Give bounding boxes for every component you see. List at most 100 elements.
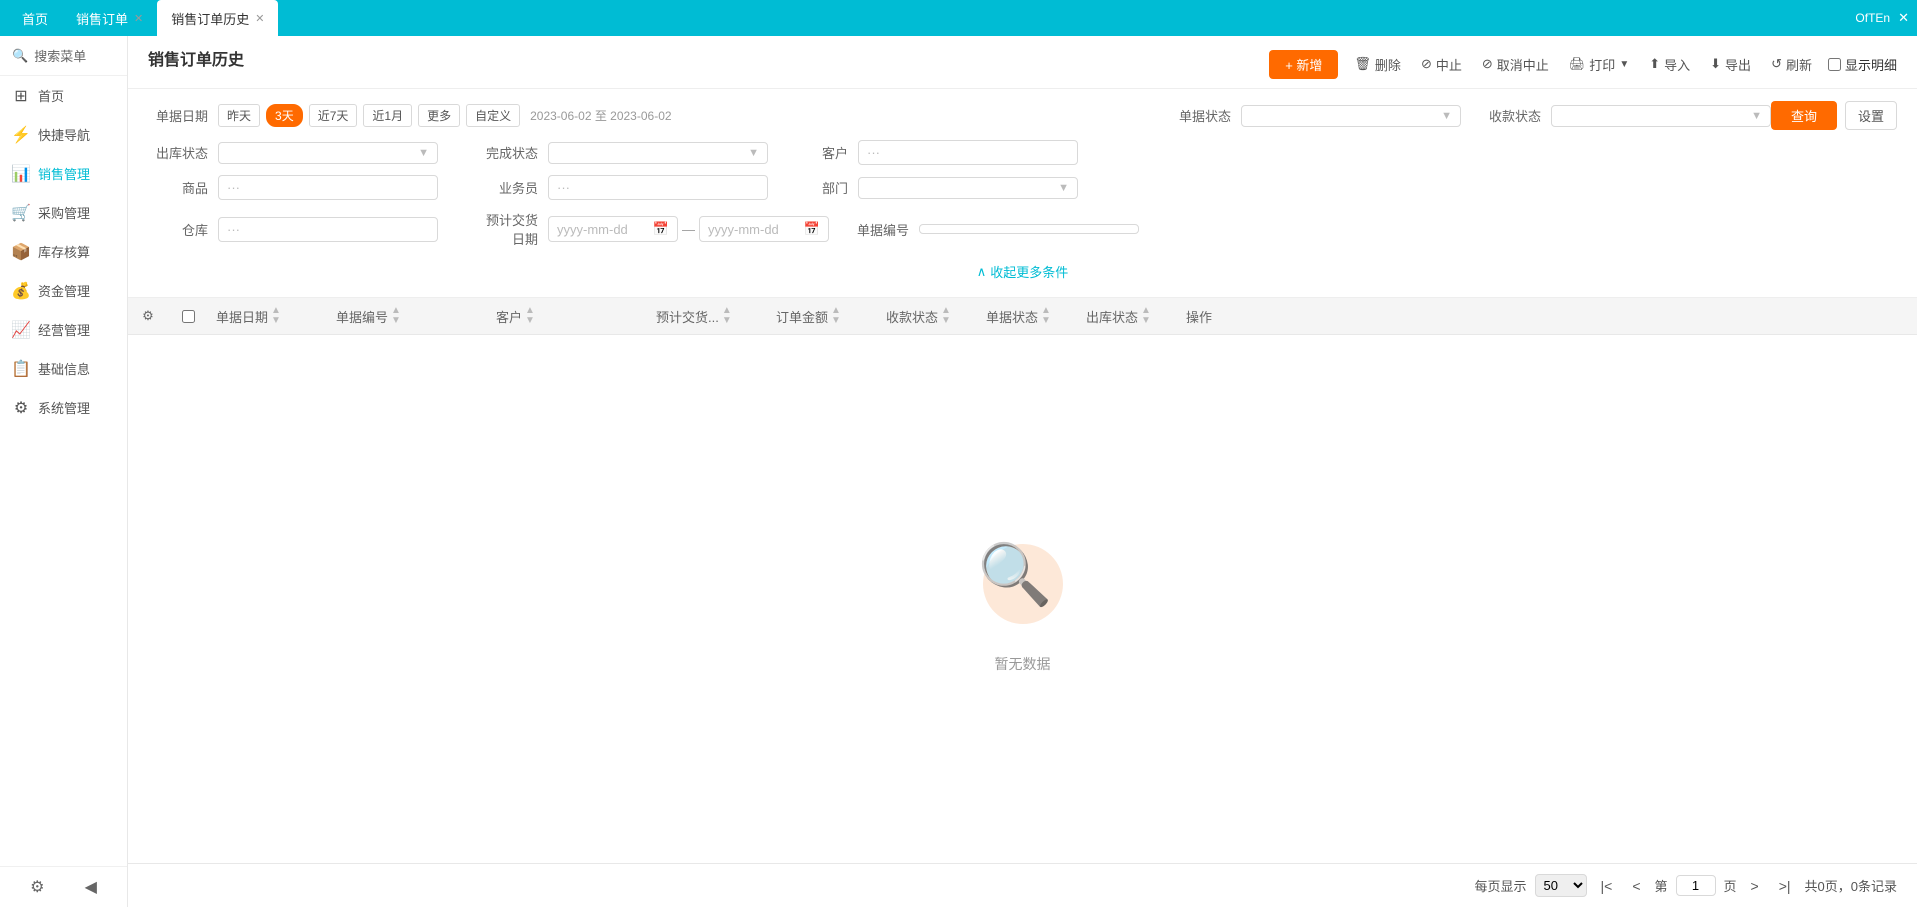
refresh-button[interactable]: ↺ 刷新 bbox=[1767, 53, 1816, 76]
complete-status-select[interactable]: ▼ bbox=[548, 142, 768, 164]
basic-icon: 📋 bbox=[12, 360, 30, 378]
department-select[interactable]: ▼ bbox=[858, 177, 1078, 199]
th-payment-label: 收款状态 bbox=[886, 307, 938, 326]
tab-sales-order-close[interactable]: ✕ bbox=[134, 12, 143, 25]
date-1month-btn[interactable]: 近1月 bbox=[363, 104, 412, 127]
date-custom-btn[interactable]: 自定义 bbox=[466, 104, 520, 127]
th-outstock[interactable]: 出库状态 ▲▼ bbox=[1078, 306, 1178, 326]
payment-status-select[interactable]: ▼ bbox=[1551, 105, 1771, 127]
out-stock-select[interactable]: ▼ bbox=[218, 142, 438, 164]
th-status-sort: ▲▼ bbox=[1041, 306, 1051, 326]
th-customer-sort: ▲▼ bbox=[525, 306, 535, 326]
query-button[interactable]: 查询 bbox=[1771, 101, 1837, 130]
th-customer[interactable]: 客户 ▲▼ bbox=[488, 306, 648, 326]
display-detail-input[interactable] bbox=[1828, 58, 1841, 71]
search-icon: 🔍 bbox=[12, 48, 28, 64]
th-payment[interactable]: 收款状态 ▲▼ bbox=[878, 306, 978, 326]
th-num[interactable]: 单据编号 ▲▼ bbox=[328, 306, 488, 326]
main-layout: 🔍 搜索菜单 ⊞ 首页 ⚡ 快捷导航 📊 销售管理 🛒 采购管理 📦 库存核算 … bbox=[0, 36, 1917, 907]
sidebar-item-basic[interactable]: 📋 基础信息 bbox=[0, 349, 127, 388]
th-amount[interactable]: 订单金额 ▲▼ bbox=[768, 306, 878, 326]
sidebar-item-home[interactable]: ⊞ 首页 bbox=[0, 76, 127, 115]
print-button[interactable]: 🖨 打印 ▼ bbox=[1565, 53, 1633, 76]
sidebar-item-operation[interactable]: 📈 经营管理 bbox=[0, 310, 127, 349]
delivery-date-label: 预计交货日期 bbox=[478, 210, 548, 248]
import-button[interactable]: ⬆ 导入 bbox=[1645, 53, 1694, 76]
sidebar-item-operation-label: 经营管理 bbox=[38, 320, 90, 339]
settings-button[interactable]: 设置 bbox=[1845, 101, 1897, 130]
sidebar-collapse-icon[interactable]: ◀ bbox=[85, 877, 97, 897]
delivery-date-start[interactable]: yyyy-mm-dd 📅 bbox=[548, 216, 678, 242]
page-number-input[interactable] bbox=[1676, 875, 1716, 896]
th-num-sort: ▲▼ bbox=[391, 306, 401, 326]
table-settings-btn[interactable]: ⚙ bbox=[128, 308, 168, 324]
tab-sales-history[interactable]: 销售订单历史 ✕ bbox=[157, 0, 278, 36]
bill-status-select[interactable]: ▼ bbox=[1241, 105, 1461, 127]
date-more-btn[interactable]: 更多 bbox=[418, 104, 460, 127]
th-delivery[interactable]: 预计交货... ▲▼ bbox=[648, 306, 768, 326]
th-payment-sort: ▲▼ bbox=[941, 306, 951, 326]
warehouse-input[interactable]: ··· bbox=[218, 217, 438, 242]
goods-input[interactable]: ··· bbox=[218, 175, 438, 200]
calendar-end-icon[interactable]: 📅 bbox=[804, 221, 820, 237]
top-bar-right: OfTEn ✕ bbox=[1855, 10, 1909, 26]
th-num-label: 单据编号 bbox=[336, 307, 388, 326]
date-7days-btn[interactable]: 近7天 bbox=[309, 104, 358, 127]
per-page-select[interactable]: 50 10 20 100 bbox=[1535, 874, 1587, 897]
delivery-date-end[interactable]: yyyy-mm-dd 📅 bbox=[699, 216, 829, 242]
payment-status-label: 收款状态 bbox=[1481, 106, 1551, 125]
display-detail-checkbox[interactable]: 显示明细 bbox=[1828, 55, 1897, 74]
export-button[interactable]: ⬇ 导出 bbox=[1706, 53, 1755, 76]
bill-status-label: 单据状态 bbox=[1171, 106, 1241, 125]
customer-label: 客户 bbox=[788, 143, 858, 162]
th-status-label: 单据状态 bbox=[986, 307, 1038, 326]
table-header: ⚙ 单据日期 ▲▼ 单据编号 ▲▼ 客户 ▲▼ 预计交货. bbox=[128, 298, 1917, 335]
th-delivery-sort: ▲▼ bbox=[722, 306, 732, 326]
sidebar-item-purchase[interactable]: 🛒 采购管理 bbox=[0, 193, 127, 232]
bill-no-input[interactable] bbox=[919, 224, 1139, 234]
cancel-stop-button[interactable]: ⊘ 取消中止 bbox=[1478, 53, 1553, 76]
salesperson-input[interactable]: ··· bbox=[548, 175, 768, 200]
th-status[interactable]: 单据状态 ▲▼ bbox=[978, 306, 1078, 326]
select-all-cell[interactable] bbox=[168, 310, 208, 323]
warehouse-ellipsis: ··· bbox=[227, 222, 240, 237]
customer-input[interactable]: ··· bbox=[858, 140, 1078, 165]
collapse-more-btn[interactable]: ∧ 收起更多条件 bbox=[148, 258, 1897, 285]
sidebar-item-inventory[interactable]: 📦 库存核算 bbox=[0, 232, 127, 271]
stop-button[interactable]: ⊘ 中止 bbox=[1417, 53, 1466, 76]
calendar-start-icon[interactable]: 📅 bbox=[653, 221, 669, 237]
page-prev-btn[interactable]: < bbox=[1626, 876, 1646, 896]
filter-area: 单据日期 昨天 3天 近7天 近1月 更多 自定义 2023-06-02 至 2… bbox=[128, 89, 1917, 298]
th-action: 操作 bbox=[1178, 307, 1917, 326]
new-button[interactable]: + 新增 bbox=[1269, 50, 1338, 79]
sidebar-item-sales[interactable]: 📊 销售管理 bbox=[0, 154, 127, 193]
purchase-icon: 🛒 bbox=[12, 204, 30, 222]
sidebar-item-purchase-label: 采购管理 bbox=[38, 203, 90, 222]
operation-icon: 📈 bbox=[12, 321, 30, 339]
tab-home[interactable]: 首页 bbox=[8, 0, 62, 36]
sidebar-item-quick-nav[interactable]: ⚡ 快捷导航 bbox=[0, 115, 127, 154]
sidebar-search[interactable]: 🔍 搜索菜单 bbox=[0, 36, 127, 76]
sidebar-item-sales-label: 销售管理 bbox=[38, 164, 90, 183]
department-label: 部门 bbox=[788, 178, 858, 197]
date-yesterday-btn[interactable]: 昨天 bbox=[218, 104, 260, 127]
tab-sales-order[interactable]: 销售订单 ✕ bbox=[62, 0, 157, 36]
tab-home-label: 首页 bbox=[22, 9, 48, 28]
delete-button[interactable]: 🗑 删除 bbox=[1350, 53, 1405, 76]
th-date[interactable]: 单据日期 ▲▼ bbox=[208, 306, 328, 326]
window-close-icon[interactable]: ✕ bbox=[1898, 10, 1909, 26]
sidebar-item-quick-nav-label: 快捷导航 bbox=[38, 125, 90, 144]
bill-status-arrow: ▼ bbox=[1441, 110, 1452, 122]
th-outstock-label: 出库状态 bbox=[1086, 307, 1138, 326]
th-date-label: 单据日期 bbox=[216, 307, 268, 326]
tab-sales-history-close[interactable]: ✕ bbox=[255, 12, 264, 25]
page-last-btn[interactable]: >| bbox=[1773, 876, 1797, 896]
date-3days-btn[interactable]: 3天 bbox=[266, 104, 303, 127]
page-next-btn[interactable]: > bbox=[1745, 876, 1765, 896]
select-all-checkbox[interactable] bbox=[182, 310, 195, 323]
page-label: 第 bbox=[1655, 876, 1668, 895]
sidebar-settings-icon[interactable]: ⚙ bbox=[30, 877, 44, 897]
page-first-btn[interactable]: |< bbox=[1595, 876, 1619, 896]
sidebar-item-finance[interactable]: 💰 资金管理 bbox=[0, 271, 127, 310]
sidebar-item-system[interactable]: ⚙ 系统管理 bbox=[0, 388, 127, 427]
